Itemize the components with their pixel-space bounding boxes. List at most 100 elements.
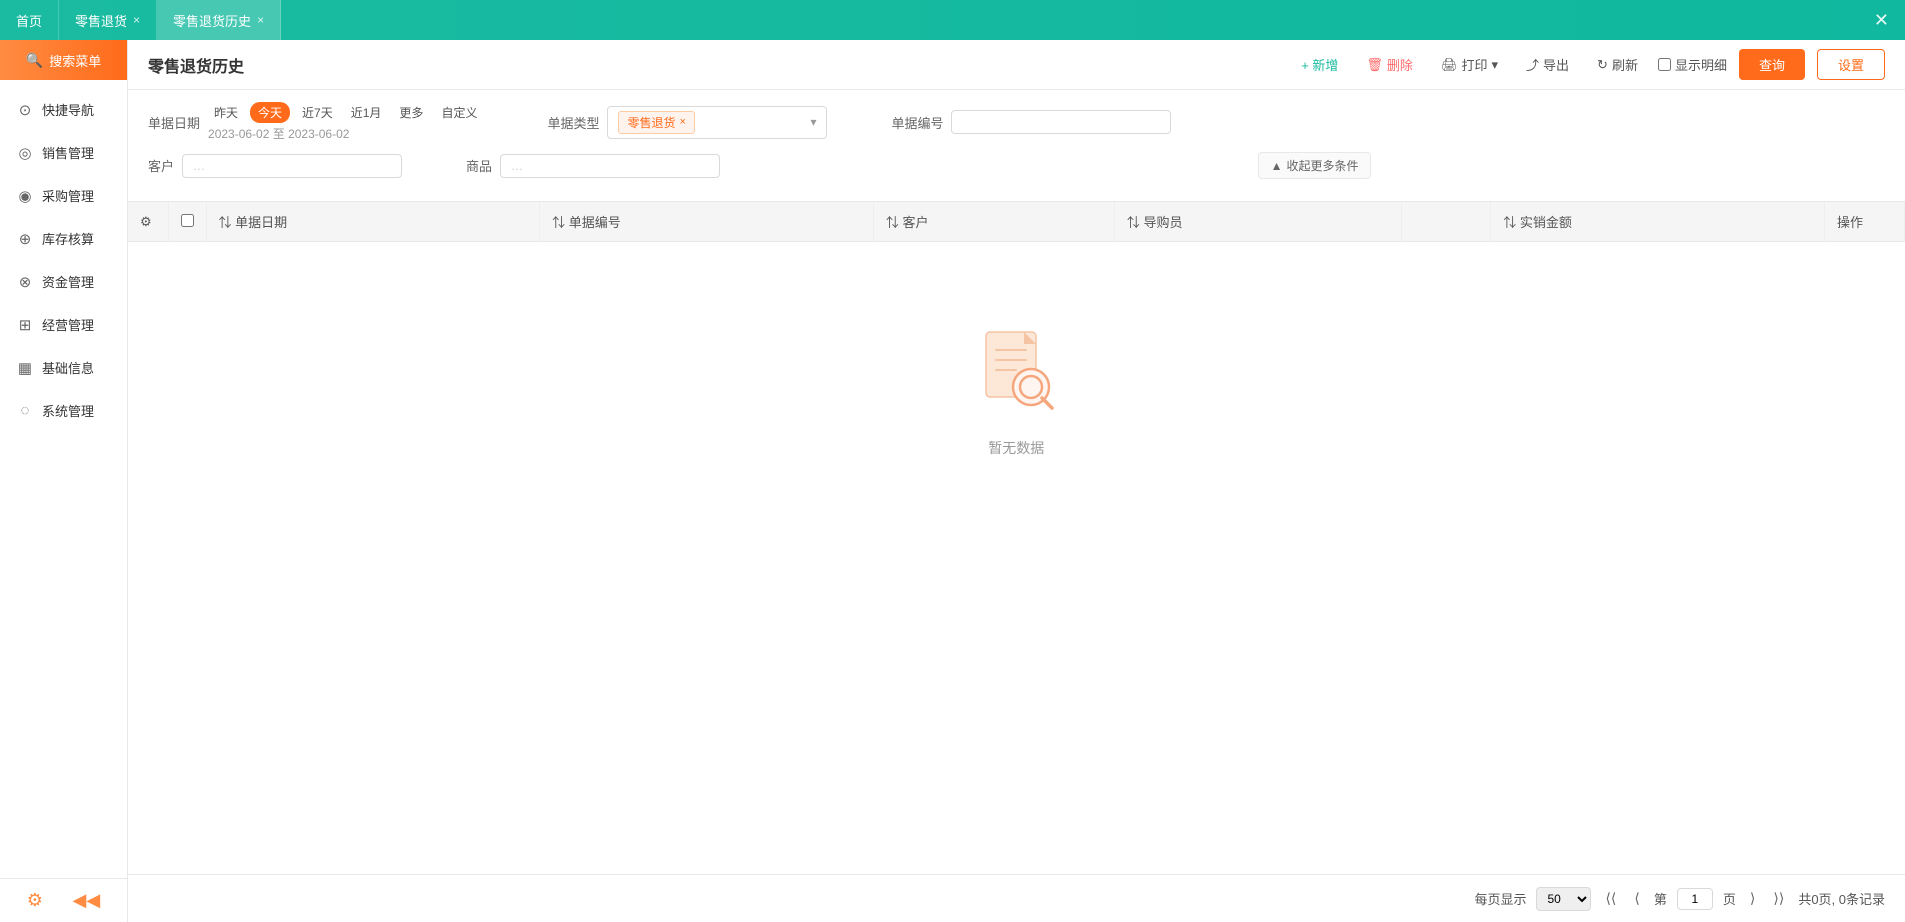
sidebar-item-label: 采购管理 [42, 186, 94, 205]
tab-bar: 首页 零售退货 × 零售退货历史 × [0, 0, 1874, 40]
number-input[interactable] [951, 110, 1171, 134]
basic-info-icon: ▦ [16, 359, 34, 377]
date-option-row: 昨天 今天 近7天 近1月 更多 自定义 [208, 102, 483, 123]
date-btn-custom[interactable]: 自定义 [435, 102, 483, 123]
type-select[interactable]: 零售退货 × ▾ [607, 106, 827, 139]
th-amount-label: ⇅ 实销金额 [1503, 215, 1572, 230]
tab-retail-return[interactable]: 零售退货 × [59, 0, 157, 40]
sidebar-item-label: 库存核算 [42, 229, 94, 248]
total-records-text: 共0页, 0条记录 [1798, 889, 1885, 908]
tab-retail-return-history-close[interactable]: × [257, 13, 264, 27]
sidebar: 🔍 搜索菜单 ⊙ 快捷导航 ◎ 销售管理 ◉ 采购管理 ⊕ 库存核算 ⊗ 资金管 [0, 40, 128, 922]
filter-group-customer: 客户 … [148, 154, 402, 178]
date-btn-1month[interactable]: 近1月 [345, 102, 388, 123]
top-bar-right: ✕ [1874, 10, 1905, 31]
sidebar-item-finance[interactable]: ⊗ 资金管理 [0, 260, 127, 303]
type-tag-close[interactable]: × [679, 116, 685, 128]
sidebar-item-inventory[interactable]: ⊕ 库存核算 [0, 217, 127, 260]
date-btn-yesterday[interactable]: 昨天 [208, 102, 244, 123]
page-label: 第 [1654, 889, 1667, 908]
customer-select[interactable]: … [182, 154, 402, 178]
page-header: 零售退货历史 + 新增 🗑 删除 🖨 打印 ▾ ⤴ 导出 ↻ [128, 40, 1905, 90]
window-close-button[interactable]: ✕ [1874, 10, 1889, 31]
th-date[interactable]: ⇅ 单据日期 [206, 202, 540, 242]
goods-label: 商品 [466, 156, 492, 175]
collapse-container: ▲ 收起更多条件 [744, 152, 1885, 179]
number-label: 单据编号 [891, 113, 943, 132]
sidebar-item-operations[interactable]: ⊞ 经营管理 [0, 303, 127, 346]
sidebar-search[interactable]: 🔍 搜索菜单 [0, 40, 127, 80]
last-page-button[interactable]: ⟩⟩ [1769, 888, 1788, 909]
speaker-icon[interactable]: ◀◀ [73, 890, 101, 911]
sidebar-item-sales-mgmt[interactable]: ◎ 销售管理 [0, 131, 127, 174]
date-btn-7days[interactable]: 近7天 [296, 102, 339, 123]
table-header-row: ⚙ ⇅ 单据日期 ⇅ 单据编号 ⇅ 客户 [128, 202, 1905, 242]
sidebar-nav: ⊙ 快捷导航 ◎ 销售管理 ◉ 采购管理 ⊕ 库存核算 ⊗ 资金管理 ⊞ 经营管… [0, 80, 127, 878]
delete-button[interactable]: 🗑 删除 [1358, 51, 1421, 78]
per-page-label: 每页显示 [1474, 889, 1526, 908]
th-customer[interactable]: ⇅ 客户 [873, 202, 1114, 242]
filter-group-goods: 商品 … [466, 154, 720, 178]
tab-retail-return-history[interactable]: 零售退货历史 × [157, 0, 281, 40]
th-amount[interactable]: ⇅ 实销金额 [1491, 202, 1825, 242]
query-button[interactable]: 查询 [1739, 49, 1805, 80]
th-spacer [1402, 202, 1491, 242]
tab-retail-return-history-label: 零售退货历史 [173, 11, 251, 30]
purchase-mgmt-icon: ◉ [16, 187, 34, 205]
filter-group-date: 单据日期 昨天 今天 近7天 近1月 更多 自定义 2023-06-02 至 2… [148, 102, 483, 142]
filter-group-type: 单据类型 零售退货 × ▾ [547, 106, 827, 139]
th-customer-label: ⇅ 客户 [886, 215, 929, 230]
header-actions: + 新增 🗑 删除 🖨 打印 ▾ ⤴ 导出 ↻ 刷新 [1293, 49, 1885, 80]
sidebar-item-purchase-mgmt[interactable]: ◉ 采购管理 [0, 174, 127, 217]
th-check[interactable] [168, 202, 206, 242]
empty-row: 暂无数据 [128, 242, 1905, 539]
filter-row-2: 客户 … 商品 … ▲ 收起更多条件 [148, 152, 1885, 179]
quick-nav-icon: ⊙ [16, 101, 34, 119]
inventory-icon: ⊕ [16, 230, 34, 248]
empty-state: 暂无数据 [128, 242, 1905, 538]
empty-text: 暂无数据 [988, 438, 1044, 458]
th-gear[interactable]: ⚙ [128, 202, 168, 242]
collapse-button[interactable]: ▲ 收起更多条件 [1258, 152, 1372, 179]
sidebar-item-basic-info[interactable]: ▦ 基础信息 [0, 346, 127, 389]
th-guide[interactable]: ⇅ 导购员 [1114, 202, 1401, 242]
first-page-button[interactable]: ⟨⟨ [1601, 888, 1620, 909]
operations-icon: ⊞ [16, 316, 34, 334]
customer-label: 客户 [148, 156, 174, 175]
customer-dots: … [193, 159, 208, 173]
goods-select[interactable]: … [500, 154, 720, 178]
th-number-label: ⇅ 单据编号 [552, 215, 621, 230]
prev-page-button[interactable]: ⟨ [1630, 888, 1643, 909]
display-detail-checkbox[interactable]: 显示明细 [1658, 55, 1727, 74]
settings-icon[interactable]: ⚙ [27, 890, 43, 911]
filter-group-number: 单据编号 [891, 110, 1171, 134]
sidebar-item-label: 基础信息 [42, 358, 94, 377]
sidebar-item-quick-nav[interactable]: ⊙ 快捷导航 [0, 88, 127, 131]
sidebar-item-sys-mgmt[interactable]: ◌ 系统管理 [0, 389, 127, 432]
next-page-button[interactable]: ⟩ [1746, 888, 1759, 909]
date-btn-today[interactable]: 今天 [250, 102, 290, 123]
search-icon: 🔍 [26, 52, 43, 69]
th-action: 操作 [1825, 202, 1905, 242]
date-btn-more[interactable]: 更多 [393, 102, 429, 123]
page-number-input[interactable]: 1 [1677, 888, 1713, 910]
date-range-display: 2023-06-02 至 2023-06-02 [208, 125, 483, 142]
tab-retail-return-close[interactable]: × [133, 13, 140, 27]
date-options: 昨天 今天 近7天 近1月 更多 自定义 2023-06-02 至 2023-0… [208, 102, 483, 142]
goods-dots: … [511, 159, 526, 173]
sidebar-item-label: 资金管理 [42, 272, 94, 291]
export-button[interactable]: ⤴ 导出 [1518, 51, 1577, 78]
new-button[interactable]: + 新增 [1293, 51, 1346, 78]
per-page-select[interactable]: 20 50 100 [1536, 887, 1591, 911]
settings-button[interactable]: 设置 [1817, 49, 1885, 80]
tab-home[interactable]: 首页 [0, 0, 59, 40]
th-number[interactable]: ⇅ 单据编号 [540, 202, 874, 242]
export-icon: ⤴ [1526, 55, 1539, 74]
table-head: ⚙ ⇅ 单据日期 ⇅ 单据编号 ⇅ 客户 [128, 202, 1905, 242]
date-label: 单据日期 [148, 113, 200, 132]
print-button[interactable]: 🖨 打印 ▾ [1433, 51, 1506, 78]
select-all-checkbox[interactable] [181, 214, 194, 227]
refresh-button[interactable]: ↻ 刷新 [1589, 51, 1646, 78]
table-body: 暂无数据 [128, 242, 1905, 539]
display-detail-input[interactable] [1658, 58, 1671, 71]
